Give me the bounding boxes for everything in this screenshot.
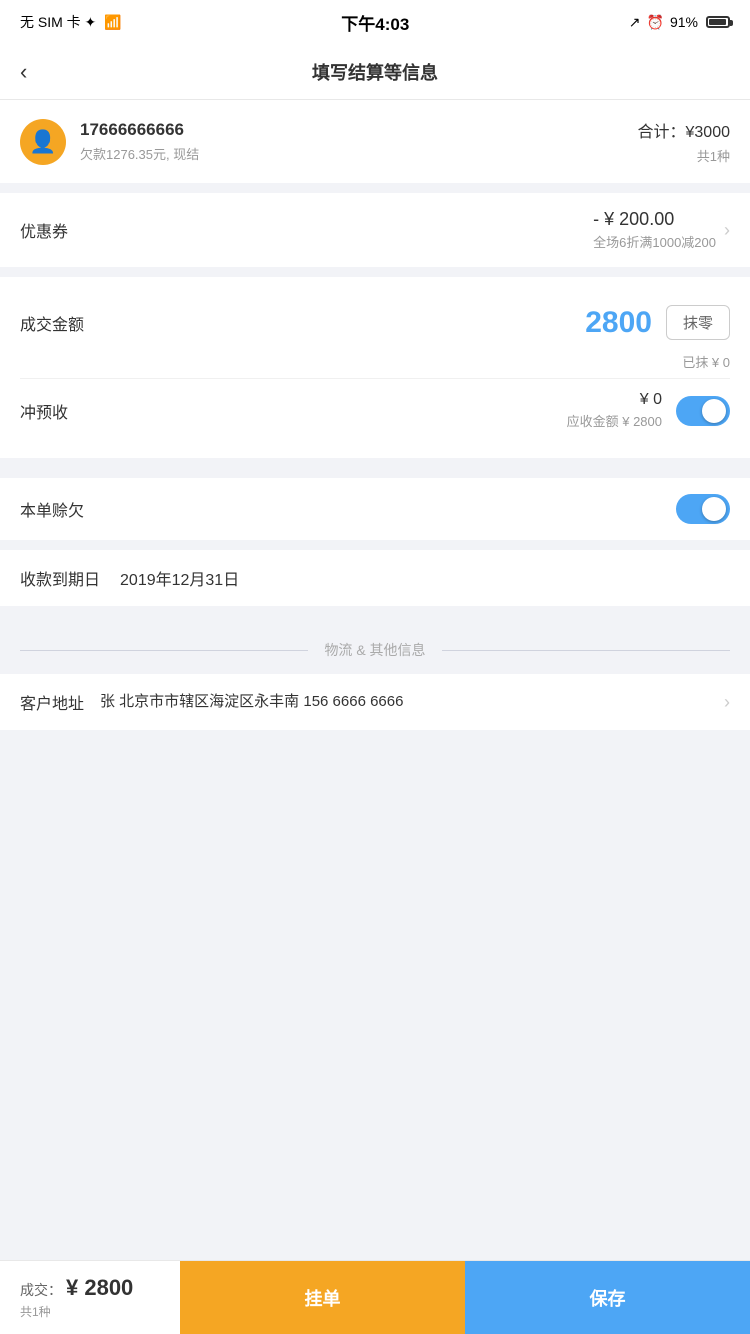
pre-amount-main: ¥ 0 [567, 391, 662, 409]
logistics-divider: 物流 & 其他信息 [0, 626, 750, 674]
battery-icon [706, 16, 730, 28]
address-row[interactable]: 客户地址 张 北京市市辖区海淀区永丰南 156 6666 6666 › [0, 674, 750, 730]
avatar: 👤 [20, 119, 66, 165]
pre-receive-right: ¥ 0 应收金额 ¥ 2800 [567, 391, 730, 430]
deal-row: 成交金额 2800 抹零 [20, 293, 730, 352]
address-label: 客户地址 [20, 690, 84, 714]
wifi-icon: 📶 [104, 14, 121, 31]
customer-info: 17666666666 欠款1276.35元, 现结 [80, 120, 199, 163]
coupon-amount: - ¥ 200.00 [593, 209, 716, 230]
debt-label: 本单赊欠 [20, 497, 84, 521]
total-count: 共1种 [638, 146, 731, 165]
back-button[interactable]: ‹ [20, 51, 35, 93]
sim-label: 无 SIM 卡 ✦ [20, 12, 96, 32]
footer-deal-label: 成交： [20, 1280, 62, 1300]
footer-count: 共1种 [20, 1303, 160, 1320]
logistics-label: 物流 & 其他信息 [324, 640, 425, 660]
duedate-value: 2019年12月31日 [120, 566, 239, 590]
customer-phone: 17666666666 [80, 120, 199, 140]
gray-divider-1 [0, 468, 750, 478]
coupon-desc: 全场6折满1000减200 [593, 232, 716, 251]
alarm-icon: ⏰ [647, 14, 664, 31]
duedate-label: 收款到期日 [20, 566, 100, 590]
deal-label: 成交金额 [20, 311, 84, 335]
bottom-spacer [0, 740, 750, 820]
pre-receive-toggle[interactable] [676, 396, 730, 426]
status-right: ↗ ⏰ 91% [629, 14, 730, 31]
divider-line-right [442, 650, 730, 651]
deal-section: 成交金额 2800 抹零 已抹 ¥ 0 冲预收 ¥ 0 应收金额 ¥ 2800 [0, 277, 750, 458]
footer-amount: ¥ 2800 [66, 1275, 133, 1301]
customer-right: 合计：¥3000 共1种 [638, 118, 731, 165]
coupon-label: 优惠券 [20, 218, 68, 242]
footer-info: 成交： ¥ 2800 共1种 [0, 1275, 180, 1320]
toggle-knob [702, 399, 726, 423]
status-bar: 无 SIM 卡 ✦ 📶 下午4:03 ↗ ⏰ 91% [0, 0, 750, 44]
debt-toggle-knob [702, 497, 726, 521]
location-icon: ↗ [629, 14, 641, 31]
coupon-arrow-icon: › [724, 220, 730, 241]
status-time: 下午4:03 [341, 10, 409, 35]
debt-toggle[interactable] [676, 494, 730, 524]
pre-receive-amount: ¥ 0 应收金额 ¥ 2800 [567, 391, 662, 430]
pre-amount-sub: 应收金额 ¥ 2800 [567, 411, 662, 430]
deal-amount: 2800 [585, 306, 652, 340]
coupon-right: - ¥ 200.00 全场6折满1000减200 › [593, 209, 730, 251]
battery-percent: 91% [670, 14, 698, 30]
footer: 成交： ¥ 2800 共1种 挂单 保存 [0, 1260, 750, 1334]
customer-debt: 欠款1276.35元, 现结 [80, 144, 199, 163]
pre-receive-row: 冲预收 ¥ 0 应收金额 ¥ 2800 [20, 378, 730, 442]
address-arrow-icon: › [724, 692, 730, 713]
pre-receive-label: 冲预收 [20, 399, 68, 423]
customer-card: 👤 17666666666 欠款1276.35元, 现结 合计：¥3000 共1… [0, 100, 750, 183]
debt-row: 本单赊欠 [0, 478, 750, 540]
duedate-row: 收款到期日 2019年12月31日 [0, 550, 750, 606]
divider-line-left [20, 650, 308, 651]
deal-sub: 已抹 ¥ 0 [682, 355, 730, 370]
coupon-row[interactable]: 优惠券 - ¥ 200.00 全场6折满1000减200 › [0, 193, 750, 267]
round-button[interactable]: 抹零 [666, 305, 730, 340]
page-title: 填写结算等信息 [312, 59, 438, 85]
customer-left: 👤 17666666666 欠款1276.35元, 现结 [20, 119, 199, 165]
status-left: 无 SIM 卡 ✦ 📶 [20, 12, 122, 32]
hang-button[interactable]: 挂单 [180, 1261, 465, 1334]
deal-right: 2800 抹零 [585, 305, 730, 340]
gray-divider-2 [0, 616, 750, 626]
save-button[interactable]: 保存 [465, 1261, 750, 1334]
total-amount: 合计：¥3000 [638, 118, 731, 142]
address-value: 张 北京市市辖区海淀区永丰南 156 6666 6666 [100, 691, 708, 714]
nav-bar: ‹ 填写结算等信息 [0, 44, 750, 100]
